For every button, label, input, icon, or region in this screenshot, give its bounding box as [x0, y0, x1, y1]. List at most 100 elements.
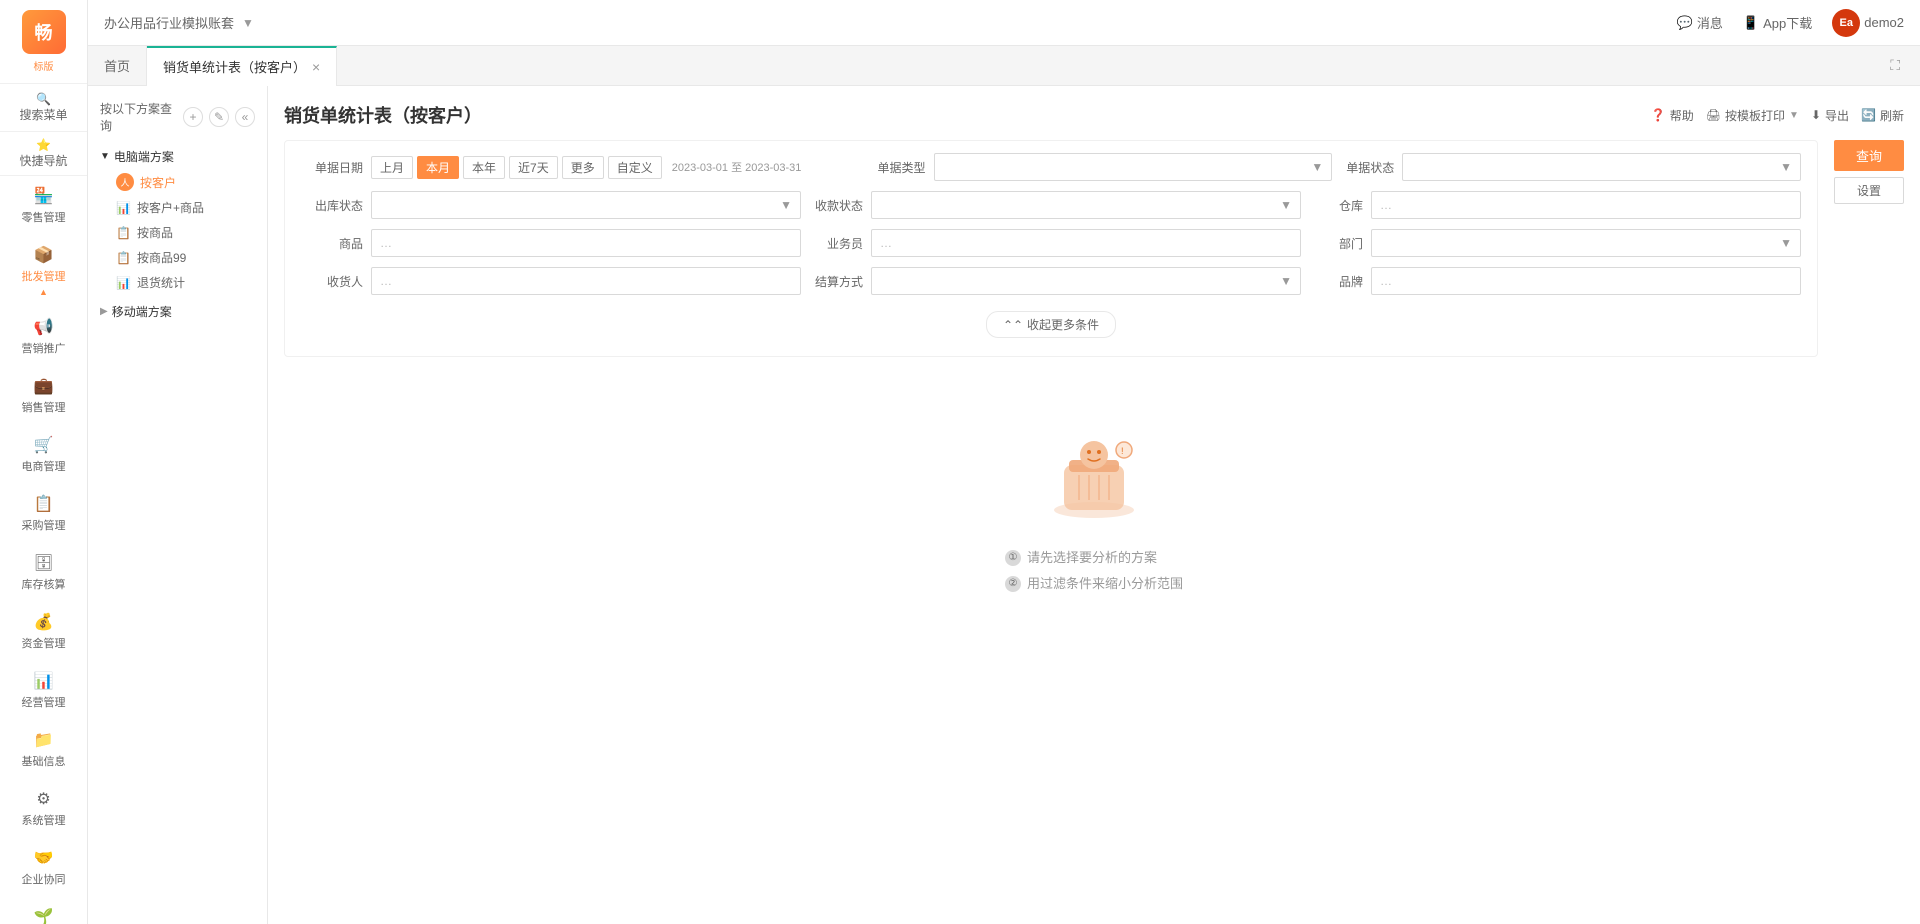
hint-item-2: ② 用过滤条件来缩小分析范围: [1005, 571, 1183, 597]
sidebar-search[interactable]: 🔍 搜索菜单: [0, 84, 87, 132]
brand-label: 品牌: [1301, 273, 1371, 290]
edit-scheme-button[interactable]: ✎: [209, 107, 229, 127]
hint-num-1: ①: [1005, 550, 1021, 566]
sidebar-item-wholesale[interactable]: 📦 批发管理 ▲: [0, 235, 87, 307]
receive-status-label: 收款状态: [801, 197, 871, 214]
sales-label: 销售管理: [22, 399, 66, 415]
brand-select[interactable]: …: [1371, 267, 1801, 295]
tab-bar: 首页 销货单统计表（按客户） × ⛶: [88, 46, 1920, 86]
sidebar-item-finance[interactable]: 💰 资金管理: [0, 602, 87, 661]
app-download-action[interactable]: 📱 App下载: [1743, 13, 1812, 32]
enterprise-icon: 🤝: [34, 848, 54, 868]
order-status-arrow: ▼: [1780, 160, 1792, 174]
help-icon: ❓: [1651, 108, 1666, 122]
order-status-label: 单据状态: [1332, 159, 1402, 176]
brand-placeholder: …: [1380, 274, 1392, 288]
sidebar-item-marketing[interactable]: 📢 营销推广: [0, 307, 87, 366]
message-action[interactable]: 💬 消息: [1677, 13, 1723, 32]
svg-text:!: !: [1121, 446, 1124, 456]
sidebar-item-operation[interactable]: 📊 经营管理: [0, 661, 87, 720]
setting-button[interactable]: 设置: [1834, 177, 1904, 204]
filter-product: 商品 …: [301, 229, 801, 257]
receiver-select[interactable]: …: [371, 267, 801, 295]
desktop-scheme-parent[interactable]: ▼ 电脑端方案: [88, 144, 267, 169]
sidebar-item-retail[interactable]: 🏪 零售管理: [0, 176, 87, 235]
operation-label: 经营管理: [22, 694, 66, 710]
out-status-select[interactable]: ▼: [371, 191, 801, 219]
user-profile[interactable]: Ea demo2: [1832, 9, 1904, 37]
date-label: 单据日期: [301, 159, 371, 176]
by-product-label: 按商品: [137, 224, 173, 241]
sidebar-item-system[interactable]: ⚙ 系统管理: [0, 779, 87, 838]
return-stats-icon: 📊: [116, 276, 131, 290]
sidebar-item-enterprise[interactable]: 🤝 企业协同: [0, 838, 87, 897]
tabs-actions: ⛶: [1878, 57, 1920, 74]
date-btn-more[interactable]: 更多: [562, 156, 604, 179]
settlement-arrow: ▼: [1280, 274, 1292, 288]
logo-text: 畅: [35, 19, 53, 45]
receive-status-select[interactable]: ▼: [871, 191, 1301, 219]
receiver-label: 收货人: [301, 273, 371, 290]
settlement-label: 结算方式: [801, 273, 871, 290]
order-type-select[interactable]: ▼: [934, 153, 1333, 181]
export-button[interactable]: ⬇ 导出: [1811, 107, 1849, 124]
settlement-select[interactable]: ▼: [871, 267, 1301, 295]
ecommerce-icon: 🛒: [34, 435, 54, 455]
sidebar-item-newbie[interactable]: 🌱 新手引导: [0, 897, 87, 924]
order-status-select[interactable]: ▼: [1402, 153, 1801, 181]
sidebar-item-sales[interactable]: 💼 销售管理: [0, 366, 87, 425]
tab-restore-icon[interactable]: ⛶: [1878, 57, 1912, 74]
filter-brand: 品牌 …: [1301, 267, 1801, 295]
hint-num-2: ②: [1005, 576, 1021, 592]
tab-close-icon[interactable]: ×: [312, 59, 320, 75]
industry-dropdown[interactable]: ▼: [242, 16, 254, 30]
help-button[interactable]: ❓ 帮助: [1651, 107, 1694, 124]
filter-receiver: 收货人 …: [301, 267, 801, 295]
collapse-button[interactable]: ⌃⌃ 收起更多条件: [986, 311, 1116, 338]
scheme-return-stats[interactable]: 📊 退货统计: [88, 270, 267, 295]
scheme-by-product[interactable]: 📋 按商品: [88, 220, 267, 245]
filter-receive-status: 收款状态 ▼: [801, 191, 1301, 219]
date-btn-7days[interactable]: 近7天: [509, 156, 558, 179]
collapse-up-icon: ⌃⌃: [1003, 318, 1023, 332]
collapse-panel-button[interactable]: «: [235, 107, 255, 127]
customer-product-icon: 📊: [116, 201, 131, 215]
sidebar-item-ecommerce[interactable]: 🛒 电商管理: [0, 425, 87, 484]
sidebar-item-inventory[interactable]: 🗄 库存核算: [0, 543, 87, 602]
by-customer-label: 按客户: [140, 174, 176, 191]
sales-icon: 💼: [34, 376, 54, 396]
sidebar-item-basic[interactable]: 📁 基础信息: [0, 720, 87, 779]
sidebar-nav[interactable]: ⭐ 快捷导航: [0, 132, 87, 176]
search-icon: 🔍: [36, 92, 51, 106]
warehouse-select[interactable]: …: [1371, 191, 1801, 219]
date-btn-custom[interactable]: 自定义: [608, 156, 662, 179]
filter-and-query: 单据日期 上月 本月 本年 近7天 更多 自定义 2023-03-01 至 20…: [284, 140, 1904, 365]
warehouse-label: 仓库: [1301, 197, 1371, 214]
marketing-icon: 📢: [34, 317, 54, 337]
sidebar-item-purchase[interactable]: 📋 采购管理: [0, 484, 87, 543]
add-scheme-button[interactable]: +: [183, 107, 203, 127]
top-header: 办公用品行业模拟账套 ▼ 💬 消息 📱 App下载 Ea demo2: [88, 0, 1920, 46]
refresh-button[interactable]: 🔄 刷新: [1861, 107, 1904, 124]
print-label: 按模板打印: [1725, 107, 1785, 124]
user-avatar: Ea: [1832, 9, 1860, 37]
empty-illustration: !: [1034, 425, 1154, 525]
scheme-customer-product[interactable]: 📊 按客户+商品: [88, 195, 267, 220]
scheme-by-customer[interactable]: 人 按客户: [88, 169, 267, 195]
date-btn-this-month[interactable]: 本月: [417, 156, 459, 179]
scheme-query-title: 按以下方案查询: [100, 100, 183, 134]
date-btn-this-year[interactable]: 本年: [463, 156, 505, 179]
mobile-scheme-parent[interactable]: ▶ 移动端方案: [88, 299, 267, 324]
query-button[interactable]: 查询: [1834, 140, 1904, 171]
tab-active[interactable]: 销货单统计表（按客户） ×: [147, 46, 337, 86]
date-btn-last-month[interactable]: 上月: [371, 156, 413, 179]
scheme-product-99[interactable]: 📋 按商品99: [88, 245, 267, 270]
product-select[interactable]: …: [371, 229, 801, 257]
department-select[interactable]: ▼: [1371, 229, 1801, 257]
wholesale-icon: 📦: [34, 245, 54, 265]
print-button[interactable]: 🖨 按模板打印 ▼: [1706, 107, 1799, 124]
salesperson-select[interactable]: …: [871, 229, 1301, 257]
salesperson-label: 业务员: [801, 235, 871, 252]
tab-home[interactable]: 首页: [88, 46, 147, 86]
search-label: 搜索菜单: [19, 108, 67, 122]
